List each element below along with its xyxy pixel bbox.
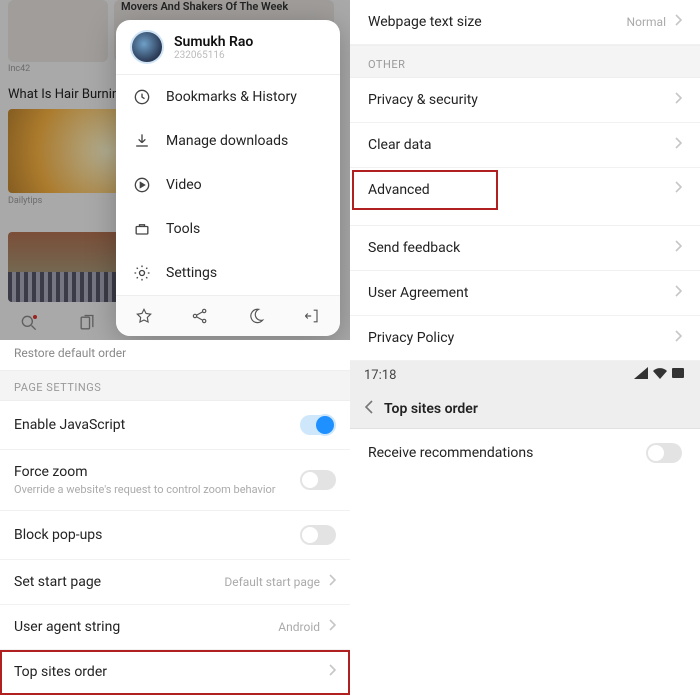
row-sub: Override a website's request to control … xyxy=(14,483,290,496)
avatar xyxy=(130,30,164,64)
page-settings-header: PAGE SETTINGS xyxy=(0,370,350,401)
briefcase-icon xyxy=(132,219,152,239)
row-send-feedback[interactable]: Send feedback xyxy=(350,226,700,271)
wifi-icon xyxy=(653,367,667,383)
row-enable-javascript[interactable]: Enable JavaScript xyxy=(0,401,350,450)
status-time: 17:18 xyxy=(364,368,396,383)
row-label: Enable JavaScript xyxy=(14,417,290,433)
chevron-right-icon xyxy=(674,330,682,346)
chevron-right-icon xyxy=(674,14,682,30)
menu-item-label: Manage downloads xyxy=(166,133,288,149)
row-label: Privacy & security xyxy=(368,92,664,108)
chevron-right-icon xyxy=(674,240,682,256)
share-icon[interactable] xyxy=(190,306,210,326)
nav-bar: Top sites order xyxy=(350,389,700,429)
row-receive-recommendations[interactable]: Receive recommendations xyxy=(350,429,700,477)
row-user-agent[interactable]: User agent string Android xyxy=(0,605,350,650)
star-icon[interactable] xyxy=(134,306,154,326)
chevron-right-icon xyxy=(328,664,336,680)
menu-item-label: Video xyxy=(166,177,202,193)
menu-popup: Sumukh Rao 232065116 Bookmarks & History… xyxy=(116,20,340,336)
row-privacy-policy[interactable]: Privacy Policy xyxy=(350,316,700,361)
row-label: User Agreement xyxy=(368,285,664,301)
restore-default-order[interactable]: Restore default order xyxy=(0,340,350,370)
row-label: Privacy Policy xyxy=(368,330,664,346)
row-label: Clear data xyxy=(368,137,664,153)
row-webpage-text-size[interactable]: Webpage text size Normal xyxy=(350,0,700,45)
toggle-popups[interactable] xyxy=(300,525,336,545)
signal-icon xyxy=(634,367,648,383)
download-icon xyxy=(132,131,152,151)
menu-header[interactable]: Sumukh Rao 232065116 xyxy=(116,20,340,75)
chevron-right-icon xyxy=(674,137,682,153)
status-bar: 17:18 xyxy=(350,361,700,389)
menu-item-tools[interactable]: Tools xyxy=(116,207,340,251)
menu-item-bookmarks[interactable]: Bookmarks & History xyxy=(116,75,340,119)
row-set-start-page[interactable]: Set start page Default start page xyxy=(0,560,350,605)
row-label: Force zoom xyxy=(14,464,290,480)
row-advanced[interactable]: Advanced xyxy=(350,168,500,212)
clock-icon xyxy=(132,87,152,107)
chevron-right-icon xyxy=(674,181,682,197)
row-advanced-chevron[interactable] xyxy=(350,211,700,226)
play-icon xyxy=(132,175,152,195)
battery-icon xyxy=(672,367,686,383)
row-label: Block pop-ups xyxy=(14,527,290,543)
row-clear-data[interactable]: Clear data xyxy=(350,123,700,168)
other-header: OTHER xyxy=(350,45,700,78)
chevron-right-icon xyxy=(328,619,336,635)
chevron-right-icon xyxy=(674,285,682,301)
row-label: Receive recommendations xyxy=(368,445,636,461)
toggle-js[interactable] xyxy=(300,415,336,435)
row-label: Advanced xyxy=(368,182,472,198)
toggle-recommendations[interactable] xyxy=(646,443,682,463)
menu-user-id: 232065116 xyxy=(174,50,253,61)
row-label: Webpage text size xyxy=(368,14,617,30)
row-force-zoom[interactable]: Force zoom Override a website's request … xyxy=(0,450,350,511)
row-value: Normal xyxy=(627,15,666,29)
menu-item-downloads[interactable]: Manage downloads xyxy=(116,119,340,163)
row-value: Android xyxy=(278,620,320,634)
row-label: Top sites order xyxy=(14,664,318,680)
chevron-right-icon xyxy=(328,574,336,590)
menu-item-label: Bookmarks & History xyxy=(166,89,297,105)
chevron-right-icon xyxy=(674,92,682,108)
back-icon[interactable] xyxy=(364,399,374,418)
row-label: User agent string xyxy=(14,619,268,635)
nav-title: Top sites order xyxy=(384,401,478,417)
toggle-force-zoom[interactable] xyxy=(300,470,336,490)
row-label: Send feedback xyxy=(368,240,664,256)
exit-icon[interactable] xyxy=(302,306,322,326)
row-value: Default start page xyxy=(224,575,320,589)
row-top-sites-order[interactable]: Top sites order xyxy=(0,650,350,695)
gear-icon xyxy=(132,263,152,283)
menu-item-settings[interactable]: Settings xyxy=(116,251,340,295)
menu-item-video[interactable]: Video xyxy=(116,163,340,207)
menu-user-name: Sumukh Rao xyxy=(174,34,253,50)
feed-background: Movers And Shakers Of The Week Inc42 Wha… xyxy=(0,0,350,340)
row-privacy-security[interactable]: Privacy & security xyxy=(350,78,700,123)
menu-item-label: Tools xyxy=(166,221,200,237)
row-label: Set start page xyxy=(14,574,214,590)
row-block-popups[interactable]: Block pop-ups xyxy=(0,511,350,560)
row-user-agreement[interactable]: User Agreement xyxy=(350,271,700,316)
night-mode-icon[interactable] xyxy=(246,306,266,326)
menu-item-label: Settings xyxy=(166,265,217,281)
